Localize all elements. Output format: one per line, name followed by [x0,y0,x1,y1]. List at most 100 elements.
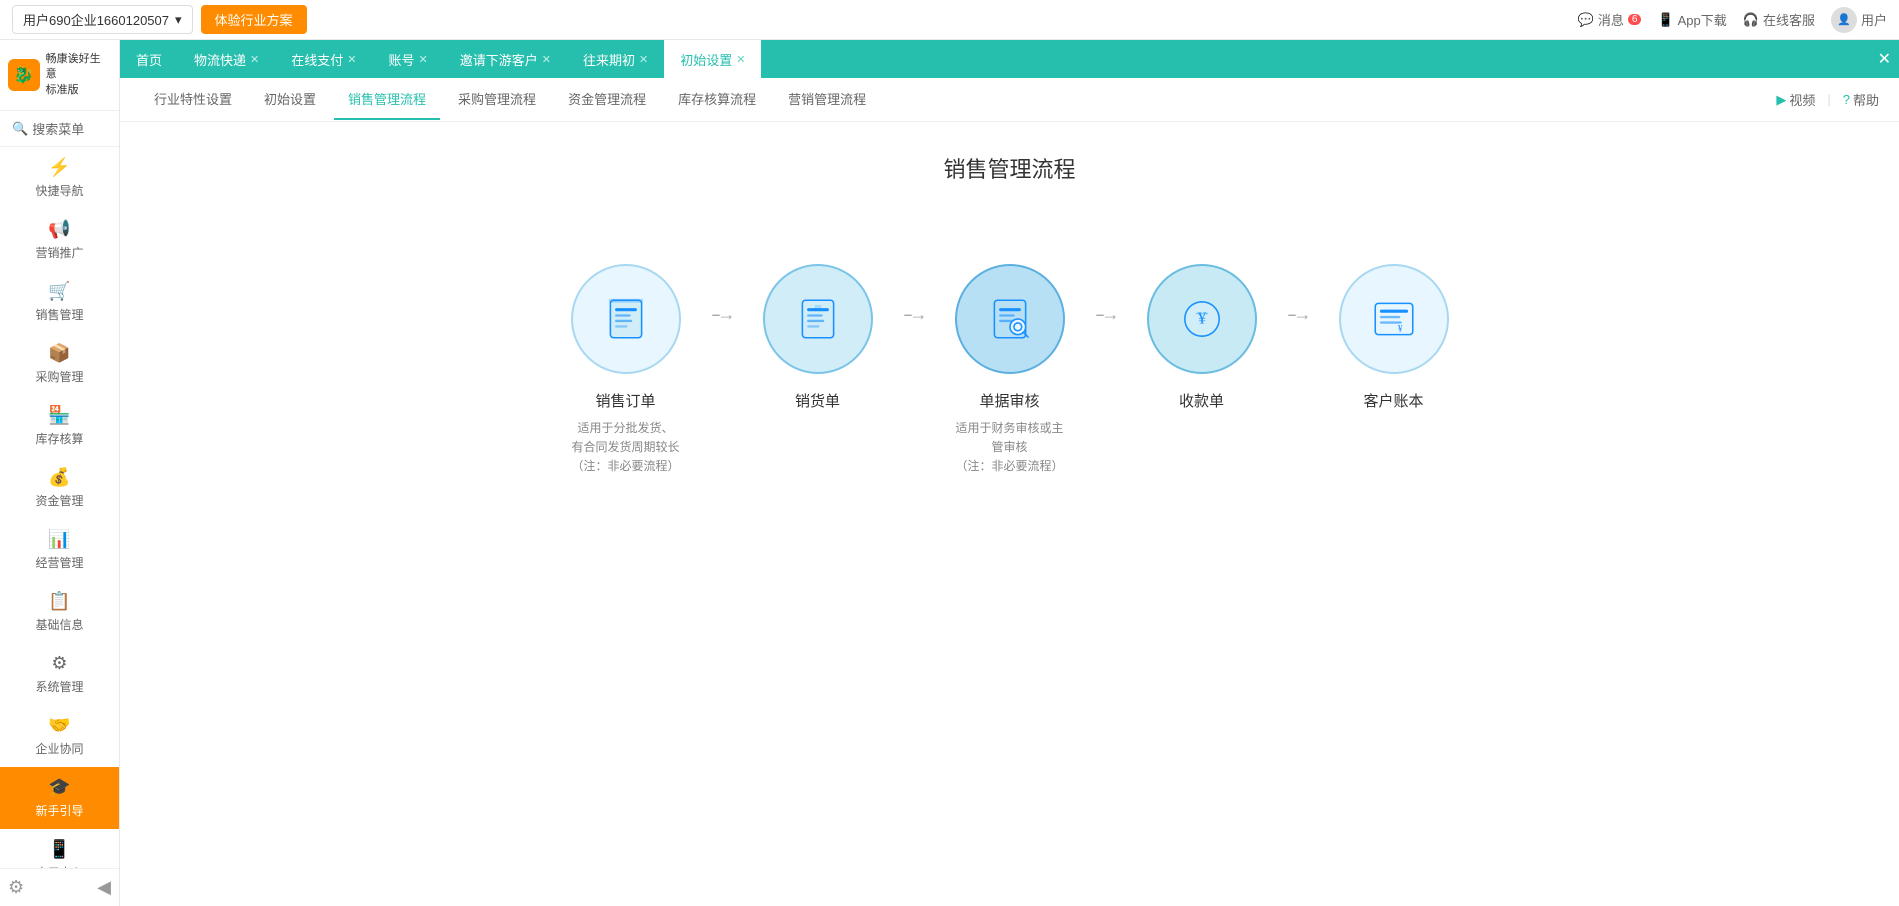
page-title: 销售管理流程 [160,152,1859,184]
sidebar-footer: ⚙ ◀ [0,868,119,906]
sub-tab-marketing-flow[interactable]: 营销管理流程 [774,79,880,120]
user-avatar-item[interactable]: 👤 用户 [1831,7,1887,33]
sidebar-label-shortcut: 快捷导航 [35,182,83,199]
logo-icon: 🐉 [8,59,40,91]
sidebar-item-enterprise-collab[interactable]: 🤝企业协同 [0,705,119,767]
sidebar-nav: ⚡快捷导航 📢 营销推广 🛒销售管理📦采购管理🏪库存核算💰资金管理📊经营管理📋基础信息… [0,147,119,868]
sidebar-item-finance[interactable]: 💰资金管理 [0,457,119,519]
nav-tab-close-accounts[interactable]: ✕ [419,53,428,66]
nav-tab-online-payment[interactable]: 在线支付 ✕ [275,40,372,78]
sidebar-icon-basic-info: 📋 [48,591,70,612]
svg-text:¥: ¥ [1397,325,1402,335]
nav-tab-close-period-init[interactable]: ✕ [639,53,648,66]
flow-desc-document-review: 适用于财务审核或主管审核（注：非必要流程） [955,419,1063,477]
sidebar-item-newbie-guide[interactable]: 🎓新手引导 [0,767,119,829]
nav-tabs: 首页物流快递 ✕在线支付 ✕账号 ✕邀请下游客户 ✕往来期初 ✕初始设置 ✕ ✕ [120,40,1899,78]
nav-tabs-close-area[interactable]: ✕ [1878,49,1899,69]
sidebar-item-inventory[interactable]: 🏪库存核算 [0,395,119,457]
flow-item-sales-invoice[interactable]: 销货单 [738,264,898,419]
flow-item-customer-account[interactable]: ¥ 客户账本 [1314,264,1474,419]
nav-tab-home[interactable]: 首页 [120,40,178,78]
top-bar: 用户690企业1660120507 ▾ 体验行业方案 💬 消息 6 📱 App下… [0,0,1899,40]
sub-tab-finance-flow[interactable]: 资金管理流程 [554,79,660,120]
top-bar-right: 💬 消息 6 📱 App下载 🎧 在线客服 👤 用户 [1578,7,1887,33]
flow-label-sales-order: 销售订单 [595,390,655,411]
nav-tab-accounts[interactable]: 账号 ✕ [372,40,443,78]
nav-tab-invite-customers[interactable]: 邀请下游客户 ✕ [444,40,567,78]
online-service-item[interactable]: 🎧 在线客服 [1743,10,1815,29]
help-link[interactable]: ? 帮助 [1843,90,1879,109]
sidebar-item-shortcut[interactable]: ⚡快捷导航 [0,147,119,209]
flow-circle-customer-account: ¥ [1339,264,1449,374]
avatar: 👤 [1831,7,1857,33]
nav-tab-label-invite-customers: 邀请下游客户 [460,50,538,69]
sidebar-icon-enterprise-collab: 🤝 [48,715,70,736]
message-icon-item[interactable]: 💬 消息 6 [1578,10,1642,29]
svg-text:¥: ¥ [1197,309,1206,328]
video-icon: ▶ [1776,92,1786,108]
sidebar-item-marketing-promo[interactable]: 📢 营销推广 [0,209,119,271]
nav-tab-close-invite-customers[interactable]: ✕ [542,53,551,66]
app-icon: 📱 [1657,12,1673,28]
nav-tab-close-logistics[interactable]: ✕ [250,53,259,66]
sidebar-search[interactable]: 🔍 搜索菜单 [0,111,119,147]
sidebar-item-operations[interactable]: 📊经营管理 [0,519,119,581]
sidebar-item-sales-mgmt[interactable]: 🛒销售管理 [0,271,119,333]
sidebar-icon-marketing-promo: 📢 [48,219,70,240]
nav-tab-label-logistics: 物流快递 [194,50,246,69]
nav-tab-close-initial-setup[interactable]: ✕ [736,53,745,66]
message-label: 消息 [1598,10,1624,29]
sidebar-collapse-icon[interactable]: ◀ [97,877,111,898]
flow-item-sales-order[interactable]: 销售订单 适用于分批发货、有合同发货周期较长（注：非必要流程） [546,264,706,477]
sub-tab-industry-settings[interactable]: 行业特性设置 [140,79,246,120]
nav-tab-period-init[interactable]: 往来期初 ✕ [567,40,664,78]
sidebar-item-purchase-mgmt[interactable]: 📦采购管理 [0,333,119,395]
sidebar-icon-newbie-guide: 🎓 [48,777,70,798]
flow-item-document-review[interactable]: 单据审核 适用于财务审核或主管审核（注：非必要流程） [930,264,1090,477]
video-link[interactable]: ▶ 视频 [1776,90,1815,109]
sub-tabs: 行业特性设置初始设置销售管理流程采购管理流程资金管理流程库存核算流程营销管理流程… [120,78,1899,122]
nav-tab-label-online-payment: 在线支付 [291,50,343,69]
sidebar-label-sys-mgmt: 系统管理 [35,678,83,695]
sidebar-item-app-center[interactable]: 📱应用中心 [0,829,119,868]
sub-tab-inventory-calc[interactable]: 库存核算流程 [664,79,770,120]
sidebar-label-marketing-promo: 营销推广 [35,244,83,261]
top-bar-left: 用户690企业1660120507 ▾ 体验行业方案 [12,5,307,34]
sub-tab-purchase-flow[interactable]: 采购管理流程 [444,79,550,120]
flow-label-sales-invoice: 销货单 [795,390,840,411]
nav-tab-label-home: 首页 [136,50,162,69]
app-download-item[interactable]: 📱 App下载 [1657,10,1726,29]
trial-btn[interactable]: 体验行业方案 [201,5,307,34]
sidebar-label-finance: 资金管理 [35,492,83,509]
flow-label-customer-account: 客户账本 [1363,390,1423,411]
nav-tab-initial-setup[interactable]: 初始设置 ✕ [664,40,761,78]
sidebar-label-operations: 经营管理 [35,554,83,571]
flow-arrow-4: - - → [1288,264,1308,325]
global-close-icon[interactable]: ✕ [1878,51,1891,68]
flow-circle-sales-invoice [763,264,873,374]
user-selector[interactable]: 用户690企业1660120507 ▾ [12,5,193,34]
sidebar-label-purchase-mgmt: 采购管理 [35,368,83,385]
sub-tab-sales-flow[interactable]: 销售管理流程 [334,79,440,120]
flow-label-document-review: 单据审核 [979,390,1039,411]
content-area: 销售管理流程 销售订单 适用于分批发货、有合同发货周期较长（注：非必要流程） -… [120,122,1899,527]
sidebar-item-basic-info[interactable]: 📋基础信息 [0,581,119,643]
user-selector-text: 用户690企业1660120507 [23,10,169,29]
sidebar-label-inventory: 库存核算 [35,430,83,447]
nav-tab-label-period-init: 往来期初 [583,50,635,69]
sidebar-settings-icon[interactable]: ⚙ [8,877,24,898]
sidebar-item-sys-mgmt[interactable]: ⚙系统管理 [0,643,119,705]
nav-tab-close-online-payment[interactable]: ✕ [347,53,356,66]
flow-arrow-1: - - → [712,264,732,325]
flow-circle-payment-receipt: ¥ [1147,264,1257,374]
logo-text: 畅康诶好生意 标准版 [46,52,111,98]
sub-tab-initial-settings[interactable]: 初始设置 [250,79,330,120]
sidebar: 🐉 畅康诶好生意 标准版 🔍 搜索菜单 ⚡快捷导航 📢 营销推广 🛒销售管理📦采购管理… [0,40,120,906]
flow-item-payment-receipt[interactable]: ¥ 收款单 [1122,264,1282,419]
message-badge: 6 [1628,14,1642,25]
nav-tab-logistics[interactable]: 物流快递 ✕ [178,40,275,78]
sub-tabs-right: ▶ 视频 | ? 帮助 [1776,90,1879,109]
flow-arrow-3: - - → [1096,264,1116,325]
flow-circle-sales-order [571,264,681,374]
sidebar-icon-app-center: 📱 [48,839,70,860]
